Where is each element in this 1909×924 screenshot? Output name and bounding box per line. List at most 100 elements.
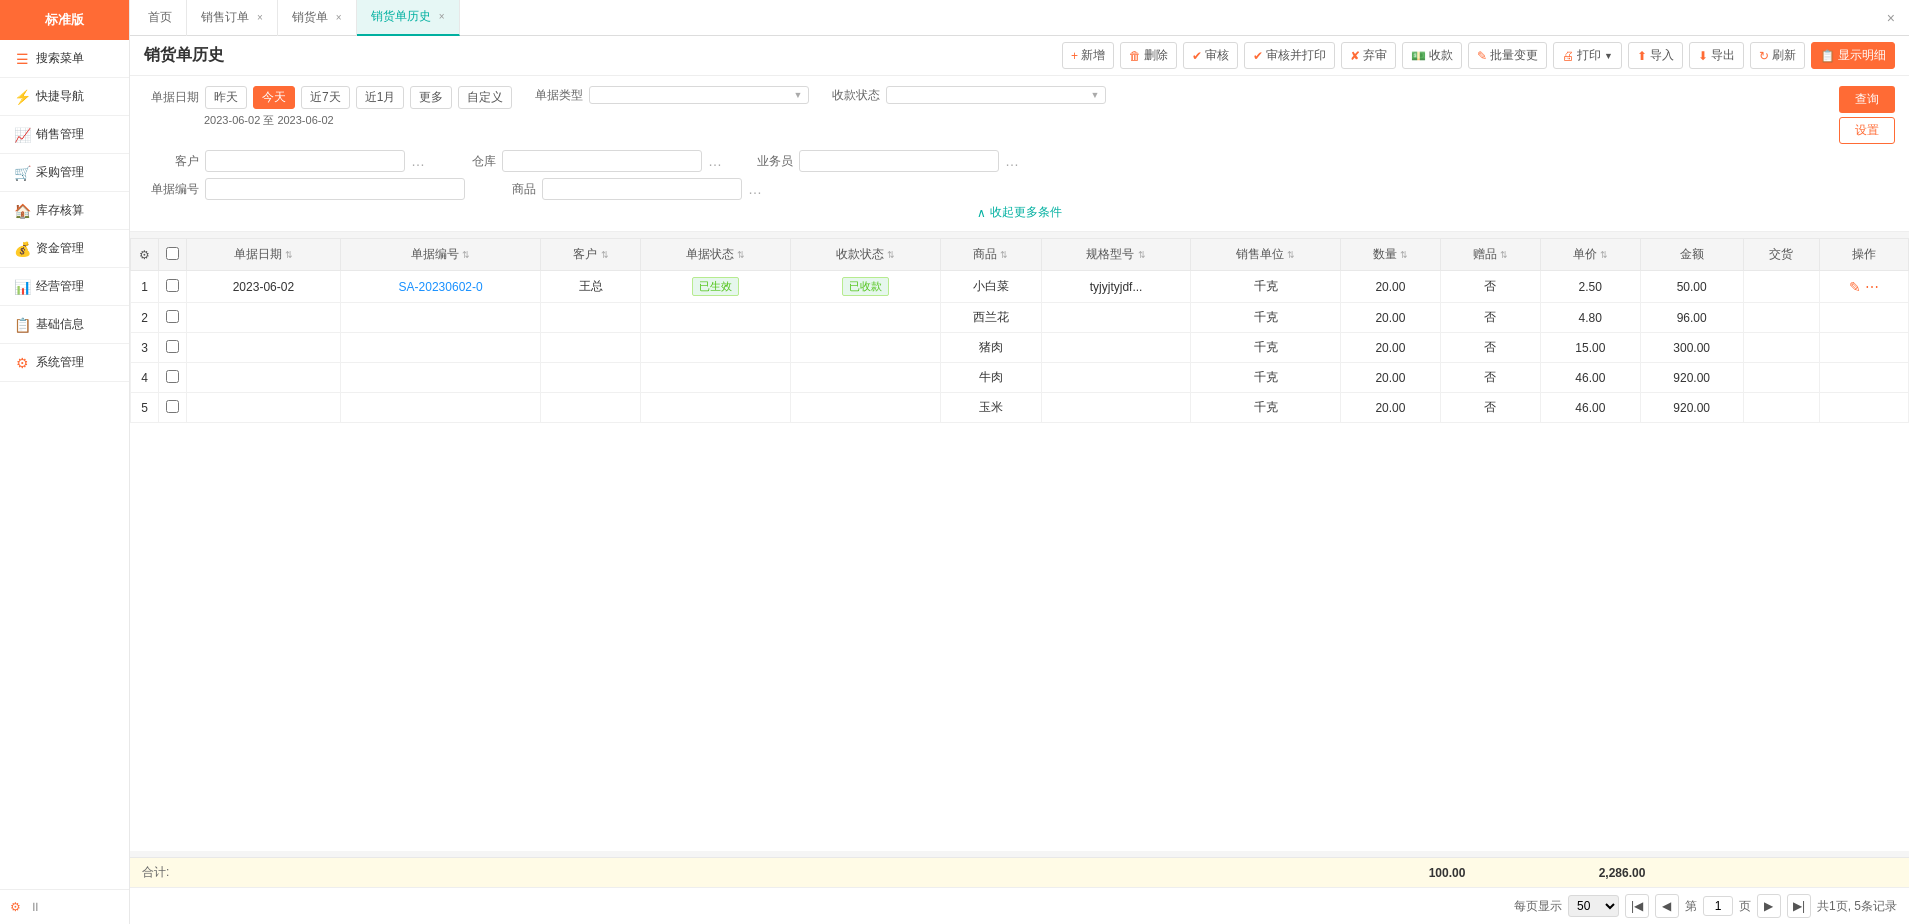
sidebar-item-inventory[interactable]: 🏠 库存核算 [0,192,129,230]
audit-print-button[interactable]: ✔ 审核并打印 [1244,42,1335,69]
batch-change-button[interactable]: ✎ 批量变更 [1468,42,1547,69]
tab-bar-close[interactable]: × [1877,10,1905,26]
sidebar-item-label: 采购管理 [36,164,84,181]
audit-button[interactable]: ✔ 审核 [1183,42,1238,69]
payment-status-select[interactable]: ▼ [886,86,1106,104]
refresh-button[interactable]: ↻ 刷新 [1750,42,1805,69]
delete-button[interactable]: 🗑 删除 [1120,42,1177,69]
col-unit-price[interactable]: 单价 ⇅ [1540,239,1640,271]
row-select-checkbox[interactable] [166,340,179,353]
doc-no-link[interactable]: SA-20230602-0 [399,280,483,294]
cell-unit: 千克 [1191,363,1341,393]
goods-input[interactable] [542,178,742,200]
refresh-label: 刷新 [1772,47,1796,64]
col-customer[interactable]: 客户 ⇅ [541,239,641,271]
date-btn-today[interactable]: 今天 [253,86,295,109]
cell-trade [1743,363,1819,393]
col-unit-price-label: 单价 [1573,247,1597,261]
tab-sales-delivery-close[interactable]: × [336,12,342,23]
cell-gift: 否 [1440,271,1540,303]
first-page-btn[interactable]: |◀ [1625,894,1649,918]
salesperson-input[interactable] [799,150,999,172]
sidebar-item-search-menu[interactable]: ☰ 搜索菜单 [0,40,129,78]
row-checkbox[interactable] [159,333,187,363]
discard-icon: ✘ [1350,49,1360,63]
sidebar-item-base-info[interactable]: 📋 基础信息 [0,306,129,344]
col-settings[interactable]: ⚙ [131,239,159,271]
sidebar-item-sales-mgmt[interactable]: 📈 销售管理 [0,116,129,154]
tab-home[interactable]: 首页 [134,0,187,36]
sidebar-item-purchase-mgmt[interactable]: 🛒 采购管理 [0,154,129,192]
cell-doc-status [641,393,791,423]
new-label: 新增 [1081,47,1105,64]
select-all-checkbox[interactable] [166,247,179,260]
per-page-select[interactable]: 50 100 200 [1568,895,1619,917]
tab-sales-delivery[interactable]: 销货单 × [278,0,357,36]
sidebar-item-finance[interactable]: 💰 资金管理 [0,230,129,268]
col-unit[interactable]: 销售单位 ⇅ [1191,239,1341,271]
row-checkbox[interactable] [159,303,187,333]
tab-sales-order-close[interactable]: × [257,12,263,23]
sidebar-bottom-icon1[interactable]: ⚙ [10,900,21,914]
col-quantity[interactable]: 数量 ⇅ [1340,239,1440,271]
show-detail-button[interactable]: 📋 显示明细 [1811,42,1895,69]
goods-dots-btn[interactable]: … [748,181,762,197]
sidebar-collapse-btn[interactable]: ⏸ [29,900,41,914]
date-btn-1month[interactable]: 近1月 [356,86,405,109]
collapse-button[interactable]: ∧ 收起更多条件 [144,204,1895,221]
new-button[interactable]: + 新增 [1062,42,1114,69]
export-label: 导出 [1711,47,1735,64]
tab-sales-history-close[interactable]: × [439,11,445,22]
collect-button[interactable]: 💵 收款 [1402,42,1462,69]
row-select-checkbox[interactable] [166,370,179,383]
sidebar-item-label: 快捷导航 [36,88,84,105]
set-button[interactable]: 设置 [1839,117,1895,144]
more-action-icon[interactable]: ⋯ [1865,279,1879,295]
col-gift[interactable]: 赠品 ⇅ [1440,239,1540,271]
col-checkbox[interactable] [159,239,187,271]
salesperson-dots-btn[interactable]: … [1005,153,1019,169]
cell-customer: 王总 [541,271,641,303]
customer-dots-btn[interactable]: … [411,153,425,169]
col-doc-no[interactable]: 单据编号 ⇅ [340,239,541,271]
sidebar-item-system-mgmt[interactable]: ⚙ 系统管理 [0,344,129,382]
date-btn-7days[interactable]: 近7天 [301,86,350,109]
import-button[interactable]: ⬆ 导入 [1628,42,1683,69]
date-btn-more[interactable]: 更多 [410,86,452,109]
row-select-checkbox[interactable] [166,400,179,413]
row-checkbox[interactable] [159,271,187,303]
row-checkbox[interactable] [159,393,187,423]
customer-input[interactable] [205,150,405,172]
col-doc-status[interactable]: 单据状态 ⇅ [641,239,791,271]
date-btn-custom[interactable]: 自定义 [458,86,512,109]
col-spec[interactable]: 规格型号 ⇅ [1041,239,1191,271]
doc-type-select[interactable]: ▼ [589,86,809,104]
row-select-checkbox[interactable] [166,310,179,323]
row-checkbox[interactable] [159,363,187,393]
sidebar-bottom: ⚙ ⏸ [0,889,129,924]
last-page-btn[interactable]: ▶| [1787,894,1811,918]
discard-button[interactable]: ✘ 弃审 [1341,42,1396,69]
col-goods[interactable]: 商品 ⇅ [940,239,1041,271]
sidebar-item-operations[interactable]: 📊 经营管理 [0,268,129,306]
sidebar-item-quick-nav[interactable]: ⚡ 快捷导航 [0,78,129,116]
warehouse-input[interactable] [502,150,702,172]
page-input[interactable] [1703,896,1733,916]
edit-action-icon[interactable]: ✎ [1849,279,1861,295]
tab-sales-order[interactable]: 销售订单 × [187,0,278,36]
export-button[interactable]: ⬇ 导出 [1689,42,1744,69]
col-payment-status[interactable]: 收款状态 ⇅ [790,239,940,271]
row-num: 2 [131,303,159,333]
date-btn-yesterday[interactable]: 昨天 [205,86,247,109]
warehouse-dots-btn[interactable]: … [708,153,722,169]
print-dropdown-icon: ▼ [1604,51,1613,61]
tab-sales-history[interactable]: 销货单历史 × [357,0,460,36]
doc-no-input[interactable] [205,178,465,200]
col-doc-date[interactable]: 单据日期 ⇅ [187,239,341,271]
row-select-checkbox[interactable] [166,279,179,292]
prev-page-btn[interactable]: ◀ [1655,894,1679,918]
query-button[interactable]: 查询 [1839,86,1895,113]
cell-doc-no[interactable]: SA-20230602-0 [340,271,541,303]
print-button[interactable]: 🖨 打印 ▼ [1553,42,1622,69]
next-page-btn[interactable]: ▶ [1757,894,1781,918]
